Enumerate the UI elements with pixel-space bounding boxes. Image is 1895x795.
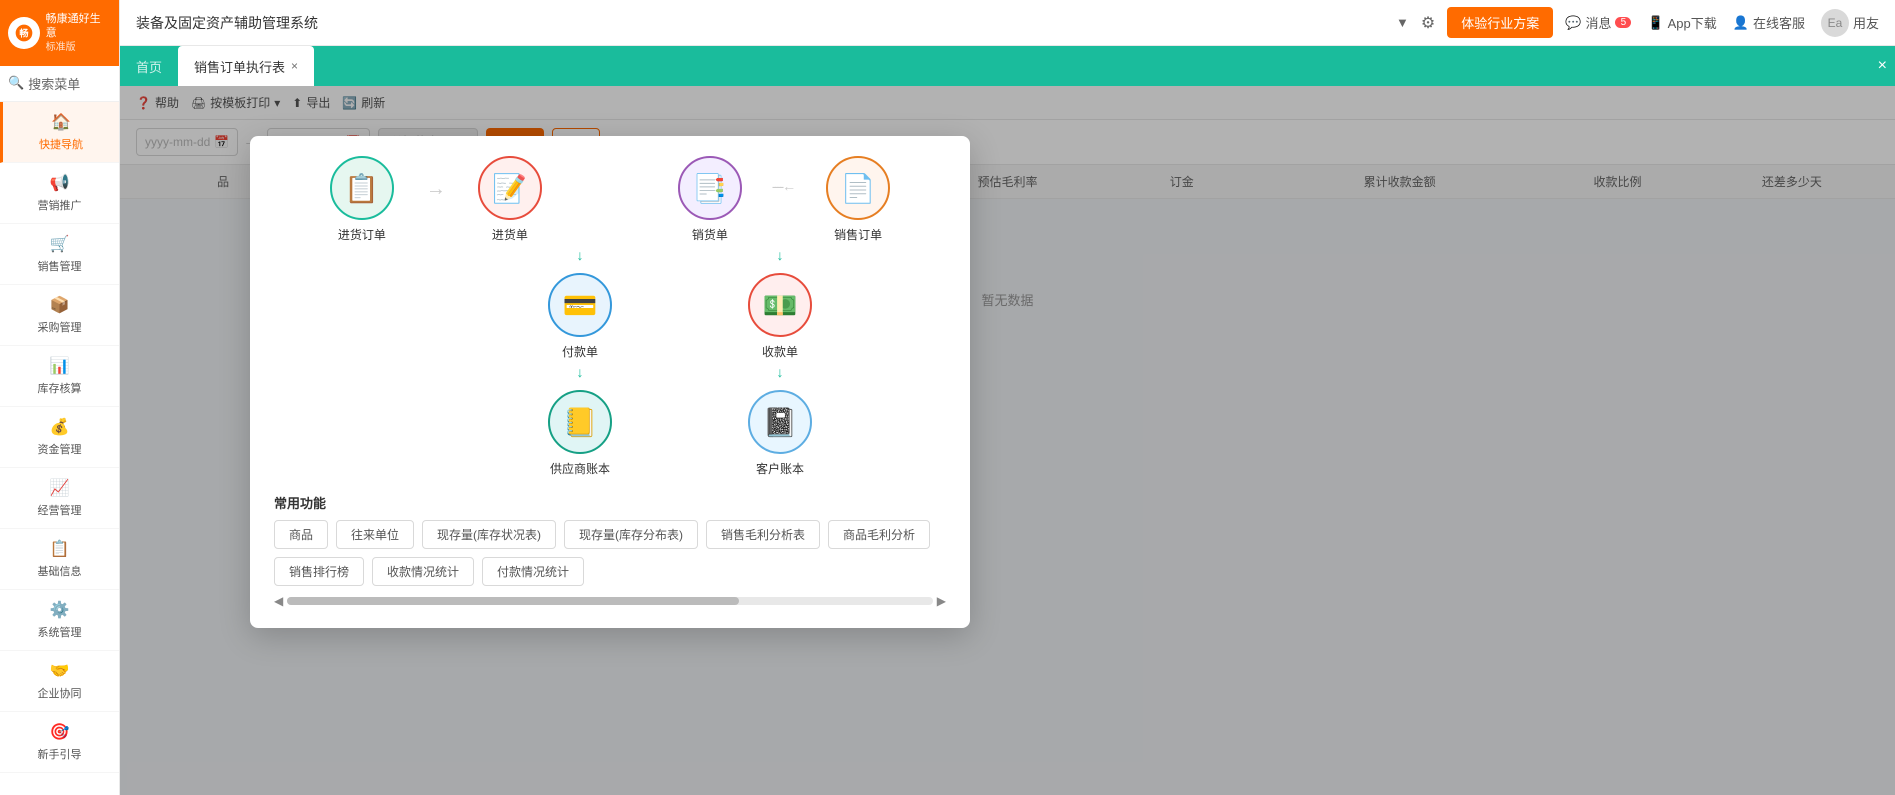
- flow-node-purchase-receipt[interactable]: 📝 进货单: [450, 156, 570, 243]
- arrow-right-1: →: [422, 178, 450, 201]
- flow-node-sales-order2[interactable]: 📄 销售订单: [798, 156, 918, 243]
- svg-text:畅: 畅: [19, 27, 28, 38]
- func-btn-sales-margin[interactable]: 销售毛利分析表: [706, 520, 820, 549]
- func-btn-stock-dist[interactable]: 现存量(库存分布表): [564, 520, 698, 549]
- download-icon: 📱: [1647, 15, 1663, 31]
- sidebar-item-purchase[interactable]: 📦 采购管理: [0, 285, 119, 346]
- sidebar-item-basic-info[interactable]: 📋 基础信息: [0, 529, 119, 590]
- sales-order2-icon: 📄: [826, 156, 890, 220]
- func-btn-contacts[interactable]: 往来单位: [336, 520, 414, 549]
- sales-order-icon: 📑: [678, 156, 742, 220]
- main-area: 装备及固定资产辅助管理系统 ▼ ⚙ 体验行业方案 💬 消息 5 📱 App下载 …: [120, 0, 1895, 795]
- sales-icon: 🛒: [50, 234, 70, 254]
- trial-btn[interactable]: 体验行业方案: [1447, 7, 1553, 38]
- sidebar-item-system[interactable]: ⚙️ 系统管理: [0, 590, 119, 651]
- arrow-down-payment: ↓: [577, 247, 584, 263]
- sidebar-logo: 畅 畅康通好生意 标准版: [0, 0, 119, 66]
- purchase-icon: 📦: [50, 295, 70, 315]
- arrow-down-receipt: ↓: [777, 247, 784, 263]
- purchase-order-icon: 📋: [330, 156, 394, 220]
- settings-icon[interactable]: ⚙: [1421, 13, 1435, 33]
- app-download-btn[interactable]: 📱 App下载: [1647, 13, 1716, 32]
- sidebar-item-inventory[interactable]: 📊 库存核算: [0, 346, 119, 407]
- system-icon: ⚙️: [50, 600, 70, 620]
- sidebar-item-enterprise[interactable]: 🤝 企业协同: [0, 651, 119, 712]
- quick-nav-modal: 📋 进货订单 → 📝 进货单: [250, 136, 970, 628]
- scroll-left-arrow[interactable]: ◀: [274, 594, 283, 608]
- sidebar-item-marketing[interactable]: 📢 营销推广: [0, 163, 119, 224]
- header-title: 装备及固定资产辅助管理系统: [136, 13, 1384, 33]
- online-service-btn[interactable]: 👤 在线客服: [1733, 13, 1805, 32]
- customer-ledger-icon: 📓: [748, 390, 812, 454]
- func-btn-goods-margin[interactable]: 商品毛利分析: [828, 520, 930, 549]
- scroll-track[interactable]: [287, 597, 933, 605]
- supplier-ledger-icon: 📒: [548, 390, 612, 454]
- home-icon: 🏠: [51, 112, 71, 132]
- flow-node-payment[interactable]: ↓ 💳 付款单: [520, 247, 640, 360]
- top-header: 装备及固定资产辅助管理系统 ▼ ⚙ 体验行业方案 💬 消息 5 📱 App下载 …: [120, 0, 1895, 46]
- content-area: ❓ 帮助 🖨 按模板打印 ▾ ⬆ 导出 🔄 刷新: [120, 86, 1895, 795]
- arrow-down-supplier: ↓: [577, 364, 584, 380]
- message-btn[interactable]: 💬 消息 5: [1565, 13, 1631, 32]
- service-icon: 👤: [1733, 15, 1749, 31]
- logo-text: 畅康通好生意 标准版: [46, 12, 111, 54]
- flow-node-supplier-ledger[interactable]: ↓ 📒 供应商账本: [520, 364, 640, 477]
- newcomer-icon: 🎯: [50, 722, 70, 742]
- payment-icon: 💳: [548, 273, 612, 337]
- tab-close-icon[interactable]: ×: [291, 59, 298, 73]
- dropdown-arrow[interactable]: ▼: [1396, 15, 1409, 30]
- header-right: 💬 消息 5 📱 App下载 👤 在线客服 Ea 用友: [1565, 9, 1879, 37]
- search-icon: 🔍: [8, 75, 24, 91]
- basic-info-icon: 📋: [50, 539, 70, 559]
- tab-home[interactable]: 首页: [120, 46, 178, 86]
- func-btn-row-1: 商品 往来单位 现存量(库存状况表) 现存量(库存分布表) 销售毛利分析表 商品…: [274, 520, 946, 549]
- logo-icon: 畅: [8, 17, 40, 49]
- finance-icon: 💰: [50, 417, 70, 437]
- arrow-down-customer: ↓: [777, 364, 784, 380]
- flow-node-receipt[interactable]: ↓ 💵 收款单: [720, 247, 840, 360]
- func-btn-receipt-stats[interactable]: 收款情况统计: [372, 557, 474, 586]
- scroll-thumb: [287, 597, 739, 605]
- common-functions-section: 常用功能 商品 往来单位 现存量(库存状况表) 现存量(库存分布表) 销售毛利分…: [274, 493, 946, 586]
- func-btn-stock-status[interactable]: 现存量(库存状况表): [422, 520, 556, 549]
- user-avatar: Ea: [1821, 9, 1849, 37]
- arrow-left-dashed: - - - - ←: [770, 178, 798, 194]
- sidebar-nav: 🏠 快捷导航 📢 营销推广 🛒 销售管理 📦 采购管理 📊 库存核算 💰: [0, 102, 119, 795]
- common-funcs-title: 常用功能: [274, 493, 946, 512]
- user-menu[interactable]: Ea 用友: [1821, 9, 1879, 37]
- tab-sales-order-exec[interactable]: 销售订单执行表 ×: [178, 46, 314, 86]
- modal-scrollbar: ◀ ▶: [274, 594, 946, 608]
- marketing-icon: 📢: [50, 173, 70, 193]
- tab-bar: 首页 销售订单执行表 × ×: [120, 46, 1895, 86]
- func-btn-goods[interactable]: 商品: [274, 520, 328, 549]
- sidebar-item-sales[interactable]: 🛒 销售管理: [0, 224, 119, 285]
- sidebar-item-operations[interactable]: 📈 经营管理: [0, 468, 119, 529]
- tab-bar-close-btn[interactable]: ×: [1878, 57, 1887, 75]
- scroll-right-arrow[interactable]: ▶: [937, 594, 946, 608]
- operations-icon: 📈: [50, 478, 70, 498]
- purchase-receipt-icon: 📝: [478, 156, 542, 220]
- sidebar-item-quick-nav[interactable]: 🏠 快捷导航: [0, 102, 119, 163]
- flow-node-purchase-order[interactable]: 📋 进货订单: [302, 156, 422, 243]
- flow-diagram: 📋 进货订单 → 📝 进货单: [274, 156, 946, 477]
- receipt-icon: 💵: [748, 273, 812, 337]
- func-btn-row-2: 销售排行榜 收款情况统计 付款情况统计: [274, 557, 946, 586]
- sidebar-item-finance[interactable]: 💰 资金管理: [0, 407, 119, 468]
- sidebar-item-newcomer[interactable]: 🎯 新手引导: [0, 712, 119, 773]
- sidebar: 畅 畅康通好生意 标准版 🔍 搜索菜单 🏠 快捷导航 📢 营销推广 🛒 销售管理: [0, 0, 120, 795]
- sidebar-search[interactable]: 🔍 搜索菜单: [0, 66, 119, 102]
- flow-node-sales-order[interactable]: 📑 销货单: [650, 156, 770, 243]
- func-btn-payment-stats[interactable]: 付款情况统计: [482, 557, 584, 586]
- inventory-icon: 📊: [50, 356, 70, 376]
- enterprise-icon: 🤝: [50, 661, 70, 681]
- message-icon: 💬: [1565, 15, 1581, 31]
- flow-node-customer-ledger[interactable]: ↓ 📓 客户账本: [720, 364, 840, 477]
- func-btn-sales-rank[interactable]: 销售排行榜: [274, 557, 364, 586]
